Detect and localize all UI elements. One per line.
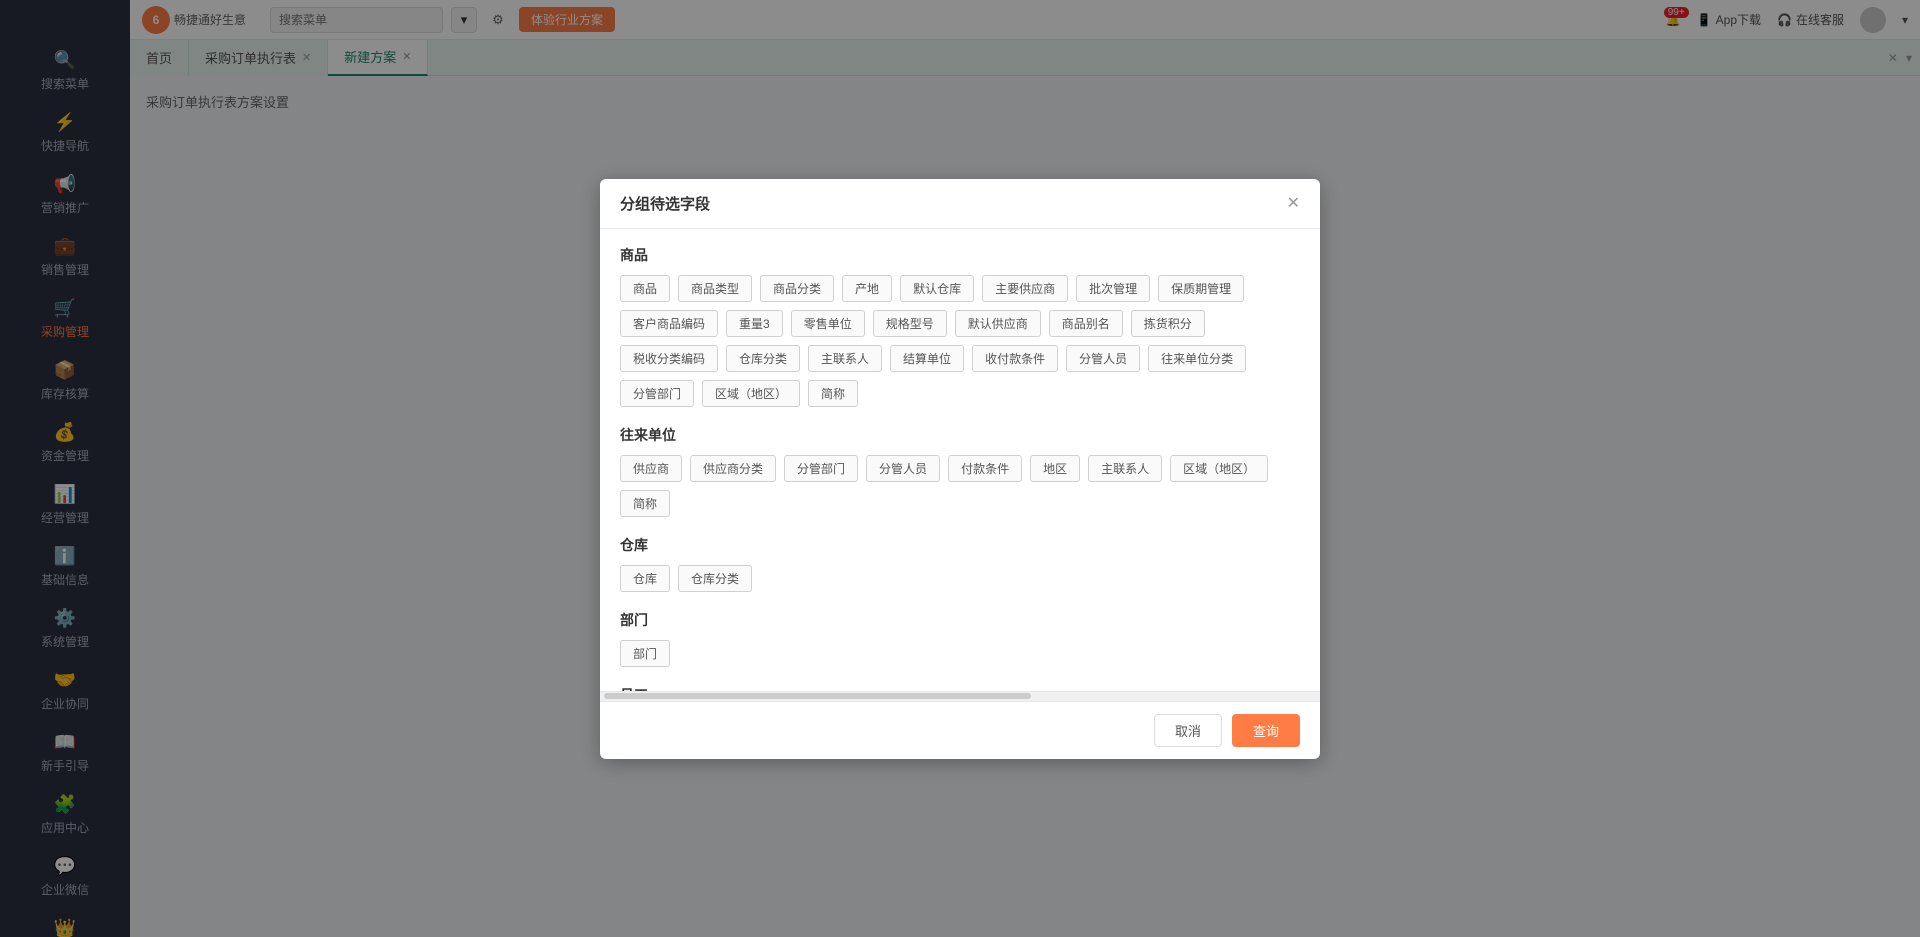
field-tag-税收分类编码[interactable]: 税收分类编码 xyxy=(620,345,718,372)
field-tag-收付款条件[interactable]: 收付款条件 xyxy=(972,345,1058,372)
field-tag-供应商[interactable]: 供应商 xyxy=(620,455,682,482)
field-tags-0: 商品商品类型商品分类产地默认仓库主要供应商批次管理保质期管理客户商品编码重量3 零… xyxy=(620,275,1300,407)
modal-close-icon[interactable]: ✕ xyxy=(1287,193,1300,213)
field-tag-商品别名[interactable]: 商品别名 xyxy=(1049,310,1123,337)
modal-title: 分组待选字段 xyxy=(620,193,710,214)
field-tag-默认供应商[interactable]: 默认供应商 xyxy=(955,310,1041,337)
field-tag-结算单位[interactable]: 结算单位 xyxy=(890,345,964,372)
field-tag-重量3[interactable]: 重量3 xyxy=(726,310,783,337)
modal-header: 分组待选字段 ✕ xyxy=(600,179,1320,229)
field-tag-客户商品编码[interactable]: 客户商品编码 xyxy=(620,310,718,337)
modal-dialog: 分组待选字段 ✕ 商品商品商品类型商品分类产地默认仓库主要供应商批次管理保质期管… xyxy=(600,179,1320,759)
field-tag-拣货积分[interactable]: 拣货积分 xyxy=(1131,310,1205,337)
field-tags-2: 仓库仓库分类 xyxy=(620,565,1300,592)
field-tag-简称[interactable]: 简称 xyxy=(620,490,670,517)
field-tags-3: 部门 xyxy=(620,640,1300,667)
field-tag-部门[interactable]: 部门 xyxy=(620,640,670,667)
field-section-title-1: 往来单位 xyxy=(620,425,1300,445)
field-tags-1: 供应商供应商分类分管部门分管人员付款条件地区主联系人区域（地区） 简称 xyxy=(620,455,1300,517)
field-tag-商品分类[interactable]: 商品分类 xyxy=(760,275,834,302)
field-tag-分管人员[interactable]: 分管人员 xyxy=(1066,345,1140,372)
field-tag-简称[interactable]: 简称 xyxy=(808,380,858,407)
cancel-button[interactable]: 取消 xyxy=(1154,714,1222,747)
modal-overlay: 分组待选字段 ✕ 商品商品商品类型商品分类产地默认仓库主要供应商批次管理保质期管… xyxy=(0,0,1920,937)
field-tag-默认仓库[interactable]: 默认仓库 xyxy=(900,275,974,302)
field-tag-商品[interactable]: 商品 xyxy=(620,275,670,302)
confirm-button[interactable]: 查询 xyxy=(1232,714,1300,747)
field-tag-供应商分类[interactable]: 供应商分类 xyxy=(690,455,776,482)
field-tag-仓库分类[interactable]: 仓库分类 xyxy=(726,345,800,372)
field-tag-零售单位[interactable]: 零售单位 xyxy=(791,310,865,337)
field-tag-分管部门[interactable]: 分管部门 xyxy=(620,380,694,407)
field-section-往来单位: 往来单位供应商供应商分类分管部门分管人员付款条件地区主联系人区域（地区） 简称 xyxy=(620,425,1300,517)
field-section-title-2: 仓库 xyxy=(620,535,1300,555)
field-tag-分管部门[interactable]: 分管部门 xyxy=(784,455,858,482)
field-tag-主联系人[interactable]: 主联系人 xyxy=(1088,455,1162,482)
field-tag-规格型号[interactable]: 规格型号 xyxy=(873,310,947,337)
field-tag-区域（地区）[interactable]: 区域（地区） xyxy=(1170,455,1268,482)
field-section-title-3: 部门 xyxy=(620,610,1300,630)
field-tag-商品类型[interactable]: 商品类型 xyxy=(678,275,752,302)
field-tag-产地[interactable]: 产地 xyxy=(842,275,892,302)
field-tag-主要供应商[interactable]: 主要供应商 xyxy=(982,275,1068,302)
field-tag-地区[interactable]: 地区 xyxy=(1030,455,1080,482)
field-tag-付款条件[interactable]: 付款条件 xyxy=(948,455,1022,482)
field-tag-分管人员[interactable]: 分管人员 xyxy=(866,455,940,482)
field-section-商品: 商品商品商品类型商品分类产地默认仓库主要供应商批次管理保质期管理客户商品编码重量… xyxy=(620,245,1300,407)
field-tag-保质期管理[interactable]: 保质期管理 xyxy=(1158,275,1244,302)
field-tag-仓库[interactable]: 仓库 xyxy=(620,565,670,592)
field-section-title-0: 商品 xyxy=(620,245,1300,265)
horizontal-scrollbar[interactable] xyxy=(600,691,1320,701)
field-section-部门: 部门部门 xyxy=(620,610,1300,667)
field-tag-区域（地区）[interactable]: 区域（地区） xyxy=(702,380,800,407)
scrollbar-thumb xyxy=(604,693,1031,699)
field-tag-仓库分类[interactable]: 仓库分类 xyxy=(678,565,752,592)
field-tag-主联系人[interactable]: 主联系人 xyxy=(808,345,882,372)
field-tag-往来单位分类[interactable]: 往来单位分类 xyxy=(1148,345,1246,372)
modal-footer: 取消 查询 xyxy=(600,701,1320,759)
field-tag-批次管理[interactable]: 批次管理 xyxy=(1076,275,1150,302)
modal-body: 商品商品商品类型商品分类产地默认仓库主要供应商批次管理保质期管理客户商品编码重量… xyxy=(600,229,1320,691)
field-section-仓库: 仓库仓库仓库分类 xyxy=(620,535,1300,592)
